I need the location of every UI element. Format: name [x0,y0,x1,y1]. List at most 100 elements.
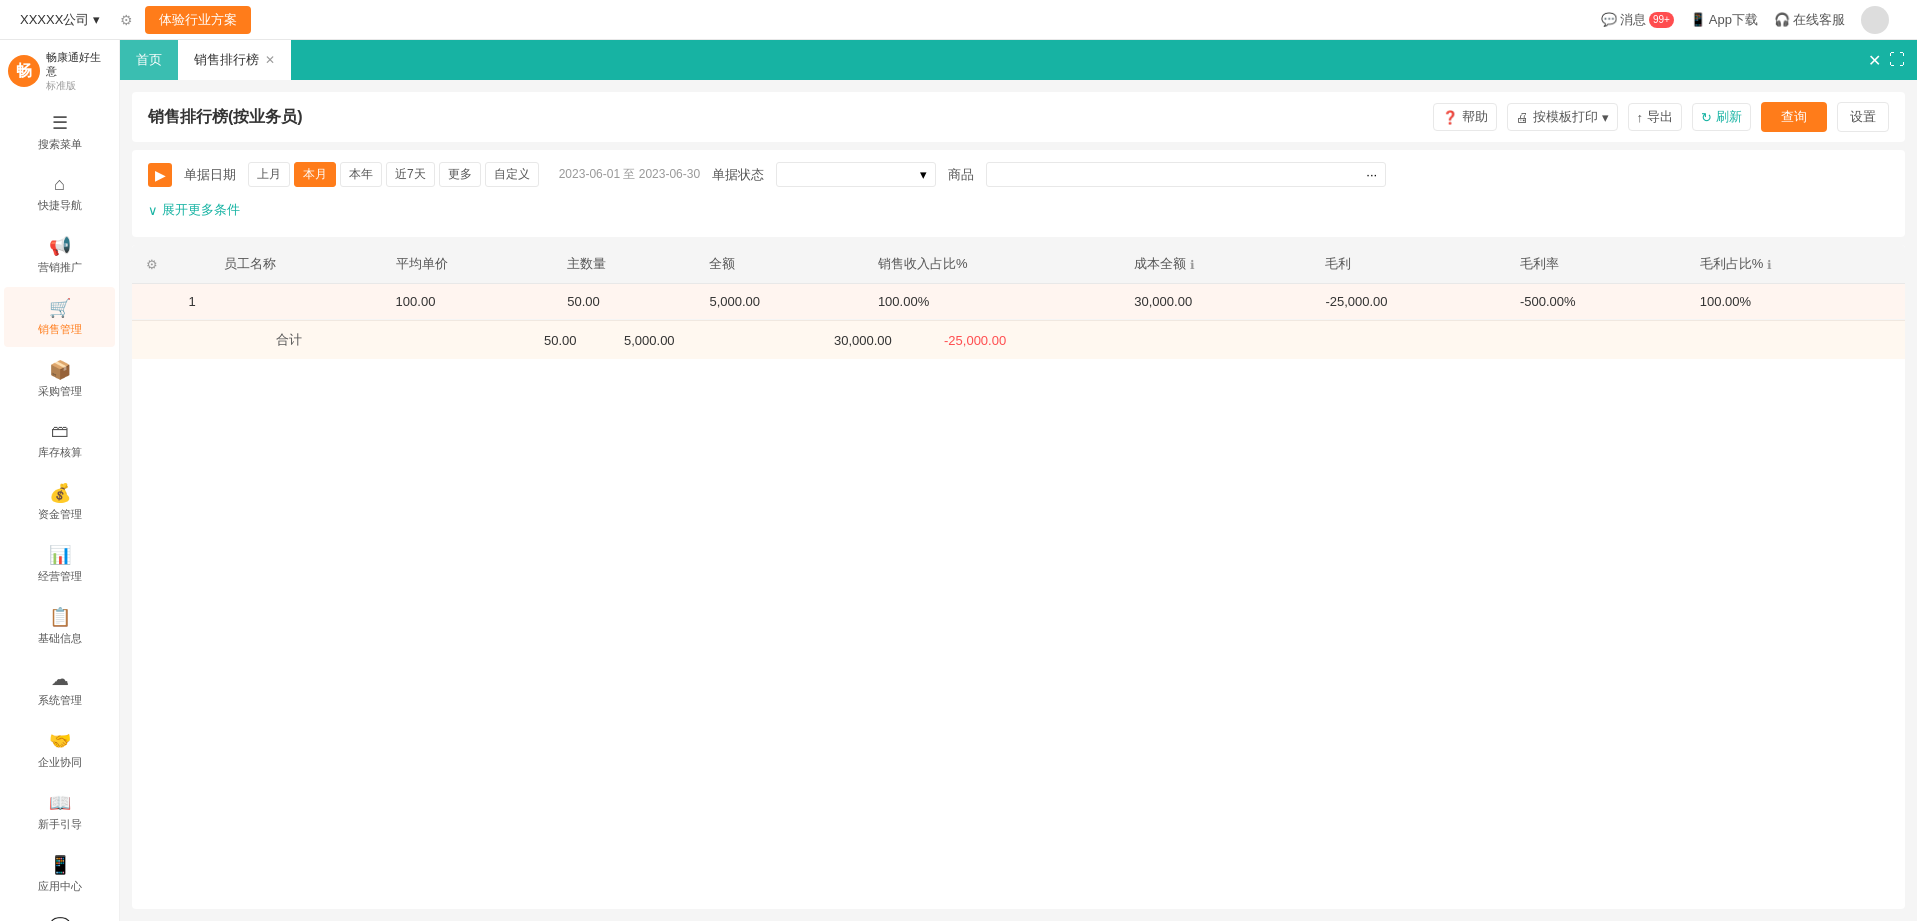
tab-sales-ranking-label: 销售排行榜 [194,51,259,69]
refresh-button[interactable]: ↻ 刷新 [1692,103,1751,131]
row-profit-cell: -25,000.00 [1313,284,1508,320]
logo-sub-text: 标准版 [46,79,111,93]
expand-label: 展开更多条件 [162,201,240,219]
tab-maximize-icon[interactable]: ⛶ [1889,51,1905,69]
col-header-profit-rate: 毛利率 [1508,245,1688,284]
table-row: 1 100.00 50.00 5,000.00 100.00% 30,000.0… [132,284,1905,320]
col-header-main-qty: 主数量 [555,245,697,284]
refresh-icon: ↻ [1701,110,1712,125]
sidebar-label: 资金管理 [38,507,82,522]
refresh-label: 刷新 [1716,108,1742,126]
print-chevron-icon: ▾ [1602,110,1609,125]
help-button[interactable]: ❓ 帮助 [1433,103,1497,131]
sidebar-item-purchase[interactable]: 📦 采购管理 [4,349,115,409]
sidebar-item-marketing[interactable]: 📢 营销推广 [4,225,115,285]
base-info-icon: 📋 [49,606,71,628]
tab-sales-ranking[interactable]: 销售排行榜 ✕ [178,40,291,80]
date-btn-last-month[interactable]: 上月 [248,162,290,187]
sidebar-label: 基础信息 [38,631,82,646]
message-count-badge: 99+ [1649,12,1674,28]
date-filter-label: 单据日期 [184,166,236,184]
table-body: 1 100.00 50.00 5,000.00 100.00% 30,000.0… [132,284,1905,320]
sidebar-item-inventory[interactable]: 🗃 库存核算 [4,411,115,470]
sidebar-item-operations[interactable]: 📊 经营管理 [4,534,115,594]
content-area: 首页 销售排行榜 ✕ ✕ ⛶ 销售排行榜(按业务员) ❓ 帮助 [120,40,1917,921]
enterprise-icon: 🤝 [49,730,71,752]
tab-home-label: 首页 [136,51,162,69]
sidebar-item-wechat[interactable]: 💬 企业微信 [4,906,115,921]
col-settings-icon[interactable]: ⚙ [146,257,158,272]
col-header-profit-pct: 毛利占比% ℹ [1688,245,1905,284]
date-btn-current-month[interactable]: 本月 [294,162,336,187]
filter-toggle-icon[interactable]: ▶ [148,163,172,187]
profit-pct-help-icon[interactable]: ℹ [1767,258,1772,272]
print-button[interactable]: 🖨 按模板打印 ▾ [1507,103,1618,131]
logo-main-text: 畅康通好生意 [46,50,111,79]
date-btn-more[interactable]: 更多 [439,162,481,187]
status-select[interactable]: ▾ [776,162,936,187]
purchase-icon: 📦 [49,359,71,381]
inventory-icon: 🗃 [51,421,69,442]
sidebar-item-search-order[interactable]: ☰ 搜索菜单 [4,102,115,162]
trial-button[interactable]: 体验行业方案 [145,6,251,34]
row-num-cell: 1 [172,284,212,320]
home-icon: ⌂ [54,174,65,195]
sidebar-item-guide[interactable]: 📖 新手引导 [4,782,115,842]
sidebar-label: 采购管理 [38,384,82,399]
headset-icon: 🎧 [1774,12,1790,27]
tab-close-window-icon[interactable]: ✕ [1868,51,1881,70]
online-service-label: 在线客服 [1793,11,1845,29]
sidebar-item-system[interactable]: ☁ 系统管理 [4,658,115,718]
company-selector[interactable]: XXXXX公司 ▾ [12,7,108,33]
tab-close-icon[interactable]: ✕ [265,53,275,67]
settings-icon[interactable]: ⚙ [120,12,133,28]
sales-icon: 🛒 [49,297,71,319]
date-btn-custom[interactable]: 自定义 [485,162,539,187]
chevron-down-icon: ▾ [93,12,100,27]
date-btn-current-year[interactable]: 本年 [340,162,382,187]
col-header-avg-price: 平均单价 [384,245,556,284]
app-download-button[interactable]: 📱 App下载 [1690,11,1758,29]
footer-label: 合计 [224,331,444,349]
col-header-num [172,245,212,284]
table-header-row: ⚙ 员工名称 平均单价 主数量 全额 销售收入占比% 成本全额 ℹ [132,245,1905,284]
settings-button[interactable]: 设置 [1837,102,1889,132]
sidebar-label: 快捷导航 [38,198,82,213]
col-header-amount: 全额 [697,245,865,284]
row-main-qty-cell: 50.00 [555,284,697,320]
col-header-settings[interactable]: ⚙ [132,245,172,284]
goods-input[interactable]: ··· [986,162,1386,187]
date-btn-7days[interactable]: 近7天 [386,162,435,187]
col-header-sales-pct: 销售收入占比% [866,245,1122,284]
data-table: ⚙ 员工名称 平均单价 主数量 全额 销售收入占比% 成本全额 ℹ [132,245,1905,320]
page-title: 销售排行榜(按业务员) [148,107,303,128]
sidebar-item-quick-nav[interactable]: ⌂ 快捷导航 [4,164,115,223]
online-service-button[interactable]: 🎧 在线客服 [1774,11,1845,29]
export-icon: ↑ [1637,110,1644,125]
sidebar-label: 库存核算 [38,445,82,460]
export-button[interactable]: ↑ 导出 [1628,103,1683,131]
avatar[interactable] [1861,6,1889,34]
sidebar-logo: 畅 畅康通好生意 标准版 [0,40,119,101]
sidebar-item-finance[interactable]: 💰 资金管理 [4,472,115,532]
row-profit-pct-cell: 100.00% [1688,284,1905,320]
expand-more-button[interactable]: ∨ 展开更多条件 [148,195,1889,225]
top-bar: XXXXX公司 ▾ ⚙ 体验行业方案 💬 消息 99+ 📱 App下载 🎧 在线… [0,0,1917,40]
sidebar-item-app-center[interactable]: 📱 应用中心 [4,844,115,904]
row-employee-cell [212,284,384,320]
tab-home[interactable]: 首页 [120,40,178,80]
cost-help-icon[interactable]: ℹ [1190,258,1195,272]
wechat-icon: 💬 [49,916,71,921]
message-label: 消息 [1620,11,1646,29]
sidebar-item-base-info[interactable]: 📋 基础信息 [4,596,115,656]
table-footer: 合计 50.00 5,000.00 30,000.00 -25,000.00 [132,320,1905,359]
footer-main-qty: 50.00 [544,333,624,348]
query-button[interactable]: 查询 [1761,102,1827,132]
sidebar-item-enterprise[interactable]: 🤝 企业协同 [4,720,115,780]
footer-cost-amount: 30,000.00 [834,333,944,348]
messages-button[interactable]: 💬 消息 99+ [1601,11,1674,29]
row-settings-cell [132,284,172,320]
table-container: ⚙ 员工名称 平均单价 主数量 全额 销售收入占比% 成本全额 ℹ [132,245,1905,909]
sidebar-item-sales[interactable]: 🛒 销售管理 [4,287,115,347]
phone-icon: 📱 [1690,12,1706,27]
